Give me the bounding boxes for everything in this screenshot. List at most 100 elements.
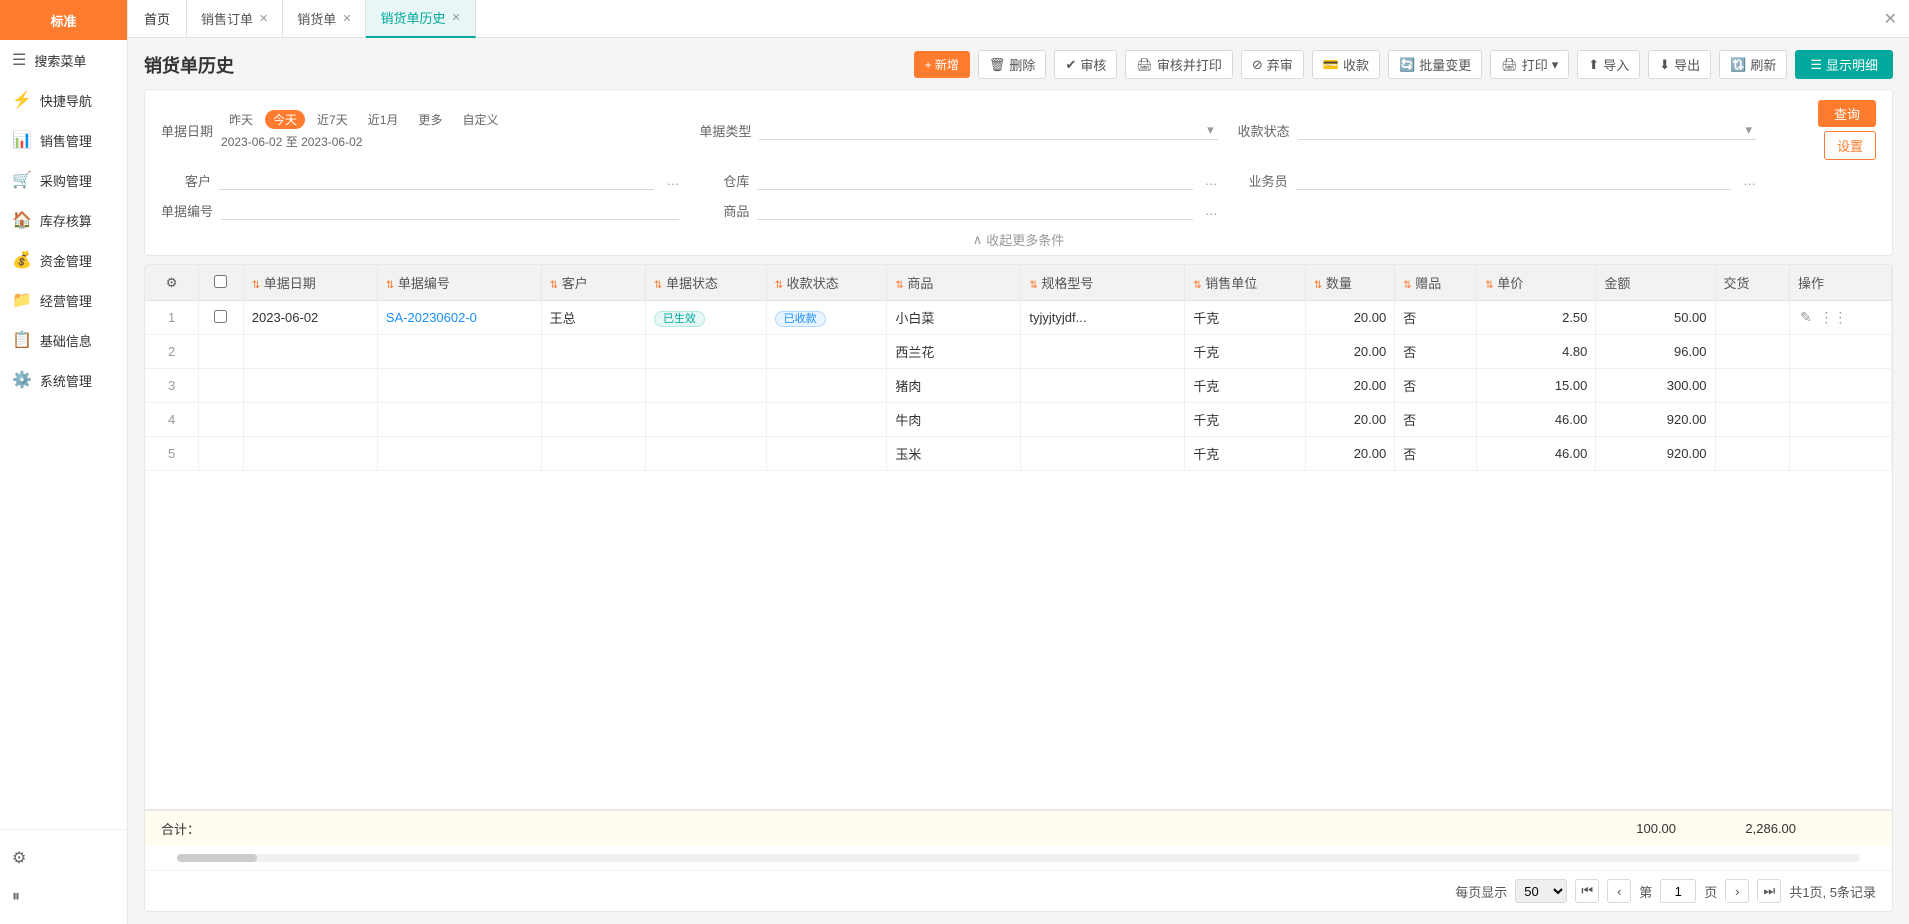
filter-row-1: 单据日期 昨天 今天 近7天 近1月 更多 自定义 2023-06-02 至 2… [161, 100, 1876, 160]
sidebar-item-operations[interactable]: 📁 经营管理 [0, 280, 127, 320]
salesperson-more-icon[interactable]: … [1743, 173, 1756, 188]
sidebar-item-inventory[interactable]: 🏠 库存核算 [0, 200, 127, 240]
sidebar-item-bottom-1[interactable]: ⚙ [0, 838, 127, 878]
th-checkbox[interactable] [199, 265, 244, 301]
cell-cb[interactable] [199, 403, 244, 437]
cell-goods: 牛肉 [887, 403, 1021, 437]
goods-input[interactable] [757, 200, 1192, 220]
sort-date-icon[interactable]: ⇅ [252, 280, 260, 291]
warehouse-more-icon[interactable]: … [1205, 173, 1218, 188]
sort-goods-icon[interactable]: ⇅ [895, 280, 903, 291]
pay-status-dropdown-icon[interactable]: ▾ [1741, 122, 1756, 138]
date-pill-7days[interactable]: 近7天 [309, 110, 356, 129]
warehouse-input[interactable] [757, 170, 1192, 190]
th-price: ⇅ 单价 [1477, 265, 1596, 301]
date-pill-yesterday[interactable]: 昨天 [221, 110, 261, 129]
first-page-button[interactable]: ⏮ [1575, 879, 1599, 903]
sidebar-item-sales-mgmt[interactable]: 📊 销售管理 [0, 120, 127, 160]
last-page-button[interactable]: ⏭ [1757, 879, 1781, 903]
close-all-tabs-button[interactable]: ✕ [1872, 9, 1909, 29]
cell-cb[interactable] [199, 335, 244, 369]
scroll-thumb[interactable] [177, 854, 257, 862]
summary-row: 合计： 100.00 2,286.00 [145, 809, 1892, 846]
sidebar-item-basic-info[interactable]: 📋 基础信息 [0, 320, 127, 360]
settings-button[interactable]: 设置 [1824, 131, 1876, 160]
sort-status-icon[interactable]: ⇅ [654, 280, 662, 291]
filter-warehouse: 仓库 … [699, 170, 1217, 190]
sort-price-icon[interactable]: ⇅ [1485, 280, 1493, 291]
th-settings[interactable]: ⚙ [145, 265, 199, 301]
goods-more-icon[interactable]: … [1205, 203, 1218, 218]
prev-page-button[interactable]: ‹ [1607, 879, 1631, 903]
tab-close-icon[interactable]: ✕ [342, 12, 351, 25]
edit-action-button[interactable]: ✎ [1800, 309, 1812, 325]
sort-gift-icon[interactable]: ⇅ [1403, 280, 1411, 291]
cell-gift: 否 [1395, 369, 1477, 403]
sort-cust-icon[interactable]: ⇅ [550, 280, 558, 291]
collapse-button[interactable]: ∧ 收起更多条件 [161, 230, 1876, 249]
sort-pay-icon[interactable]: ⇅ [775, 280, 783, 291]
tab-sales-order[interactable]: 销售订单✕ [187, 0, 283, 38]
doc-num-link[interactable]: SA-20230602-0 [386, 310, 477, 325]
cell-num [377, 369, 541, 403]
show-detail-button[interactable]: ☰ 显示明细 [1795, 50, 1893, 79]
export-button[interactable]: ⬇ 导出 [1648, 50, 1711, 79]
salesperson-input[interactable] [1296, 170, 1731, 190]
audit-print-button[interactable]: 🖨 审核并打印 [1125, 50, 1233, 79]
pay-status-input[interactable] [1298, 120, 1742, 139]
sort-spec-icon[interactable]: ⇅ [1029, 280, 1037, 291]
date-pill-more[interactable]: 更多 [410, 110, 450, 129]
sidebar-item-search-menu[interactable]: ☰ 搜索菜单 [0, 40, 127, 80]
import-button[interactable]: ⬆ 导入 [1577, 50, 1640, 79]
collect-button[interactable]: 💳 收款 [1312, 50, 1380, 79]
batch-change-button[interactable]: 🔄 批量变更 [1388, 50, 1482, 79]
cell-unit: 千克 [1185, 437, 1306, 471]
query-button[interactable]: 查询 [1818, 100, 1876, 127]
sort-unit-icon[interactable]: ⇅ [1193, 280, 1201, 291]
doc-type-input[interactable] [759, 120, 1203, 139]
audit-button[interactable]: ✔ 审核 [1054, 50, 1117, 79]
sidebar-item-finance[interactable]: 💰 资金管理 [0, 240, 127, 280]
customer-input[interactable] [219, 170, 654, 190]
page-number-input[interactable] [1660, 879, 1696, 903]
next-page-button[interactable]: › [1725, 879, 1749, 903]
sidebar-item-quick-nav[interactable]: ⚡ 快捷导航 [0, 80, 127, 120]
tab-home[interactable]: 首页 [128, 0, 187, 38]
cell-price: 4.80 [1477, 335, 1596, 369]
refresh-button[interactable]: 🔃 刷新 [1719, 50, 1787, 79]
customer-more-icon[interactable]: … [666, 173, 679, 188]
doc-no-input[interactable] [221, 200, 679, 220]
finance-icon: 💰 [12, 250, 32, 270]
date-pill-today[interactable]: 今天 [265, 110, 305, 129]
tab-close-icon[interactable]: ✕ [259, 12, 268, 25]
sidebar-item-sys-mgmt[interactable]: ⚙️ 系统管理 [0, 360, 127, 400]
cell-pay-status [766, 437, 887, 471]
date-pill-custom[interactable]: 自定义 [454, 110, 506, 129]
sort-qty-icon[interactable]: ⇅ [1314, 280, 1322, 291]
tab-close-icon[interactable]: ✕ [452, 11, 461, 24]
per-page-select[interactable]: 50 100 200 [1515, 879, 1567, 903]
abandon-button[interactable]: ⊘ 弃审 [1241, 50, 1304, 79]
sidebar-item-purchase-mgmt[interactable]: 🛒 采购管理 [0, 160, 127, 200]
more-action-button[interactable]: ⋮⋮ [1819, 309, 1847, 325]
summary-qty-value: 100.00 [1536, 821, 1736, 836]
new-button[interactable]: + 新增 [914, 51, 970, 78]
scroll-track[interactable] [177, 854, 1860, 862]
doc-type-dropdown-icon[interactable]: ▾ [1203, 122, 1218, 138]
cell-cb[interactable] [199, 301, 244, 335]
sort-num-icon[interactable]: ⇅ [386, 280, 394, 291]
tab-sales-delivery[interactable]: 销货单✕ [283, 0, 366, 38]
tab-sales-history[interactable]: 销货单历史✕ [366, 0, 475, 38]
filter-row-2: 客户 … 仓库 … 业务员 … [161, 170, 1876, 190]
filter-customer: 客户 … [161, 170, 679, 190]
delete-button[interactable]: 🗑 删除 [978, 50, 1047, 79]
cell-cb[interactable] [199, 369, 244, 403]
select-all-checkbox[interactable] [214, 275, 227, 288]
sidebar-item-bottom-2[interactable]: ⏸ [0, 878, 127, 916]
row-checkbox[interactable] [214, 310, 227, 323]
cell-num [377, 335, 541, 369]
cell-cb[interactable] [199, 437, 244, 471]
print-button[interactable]: 🖨 打印 ▾ [1490, 50, 1569, 79]
date-pill-1month[interactable]: 近1月 [360, 110, 407, 129]
cell-price: 15.00 [1477, 369, 1596, 403]
